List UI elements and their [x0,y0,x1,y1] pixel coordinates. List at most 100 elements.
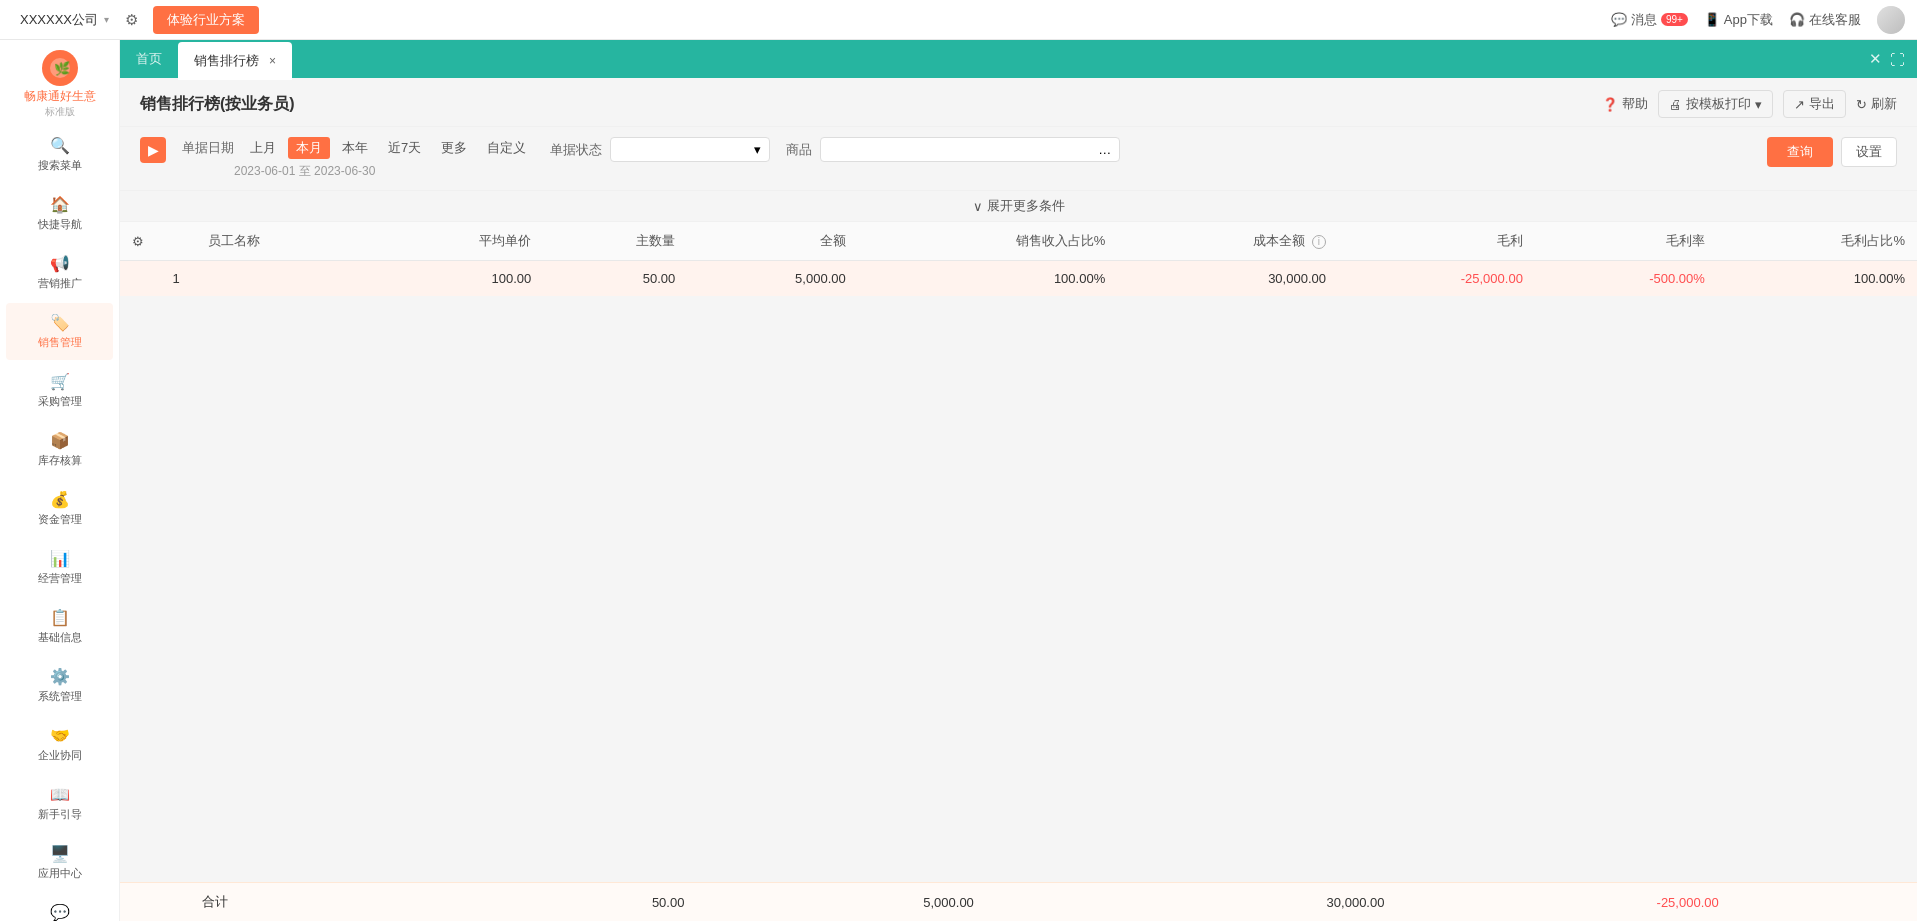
sidebar-item-appcenter[interactable]: 🖥️ 应用中心 [6,834,113,891]
export-button[interactable]: ↗ 导出 [1783,90,1846,118]
table-body: 1 100.00 50.00 5,000.00 100.00% 30,000.0… [120,261,1917,297]
sidebar-item-system-label: 系统管理 [38,689,82,704]
date-label: 单据日期 [182,139,234,157]
cell-qty: 50.00 [543,261,687,297]
chevron-down-icon: ▾ [104,14,109,25]
tab-bar: 首页 销售排行榜 × ✕ ⛶ [120,40,1917,78]
status-filter-group: 单据状态 ▾ [550,137,770,162]
settings-icon[interactable]: ⚙ [117,6,145,34]
help-icon: ❓ [1602,97,1618,112]
status-label: 单据状态 [550,141,602,159]
col-profit-pct[interactable]: 毛利占比% [1717,222,1917,261]
col-qty[interactable]: 主数量 [543,222,687,261]
avatar[interactable] [1877,6,1905,34]
svg-text:🌿: 🌿 [54,60,71,77]
search-icon: 🔍 [50,136,70,155]
date-tab-custom[interactable]: 自定义 [479,137,534,159]
export-label: 导出 [1809,95,1835,113]
footer-sales-pct-cell [986,883,1079,921]
sidebar-item-quicknav-label: 快捷导航 [38,217,82,232]
avatar-image [1877,6,1905,34]
operations-icon: 📊 [50,549,70,568]
sidebar-item-quicknav[interactable]: 🏠 快捷导航 [6,185,113,242]
col-avg-price[interactable]: 平均单价 [370,222,544,261]
col-profit[interactable]: 毛利 [1338,222,1535,261]
date-tabs: 上月 本月 本年 近7天 更多 自定义 [242,137,534,159]
sidebar-item-wechat[interactable]: 💬 企业微信 [6,893,113,921]
footer-avg-price-cell [384,883,477,921]
data-table: ⚙ 员工名称 平均单价 主数量 全额 销售收入占比% 成本全额 i 毛利 [120,222,1917,296]
sidebar-item-guide[interactable]: 📖 新手引导 [6,775,113,832]
top-bar: XXXXXX公司 ▾ ⚙ 体验行业方案 💬 消息 99+ 📱 App下载 🎧 在… [0,0,1917,40]
date-tab-last-month[interactable]: 上月 [242,137,284,159]
col-profit-rate[interactable]: 毛利率 [1535,222,1717,261]
sidebar-item-purchase[interactable]: 🛒 采购管理 [6,362,113,419]
cost-info-icon[interactable]: i [1312,235,1326,249]
expand-arrow[interactable]: ▶ [140,137,166,163]
cell-sales-pct: 100.00% [858,261,1117,297]
sidebar-item-marketing-label: 营销推广 [38,276,82,291]
sidebar-item-system[interactable]: ⚙️ 系统管理 [6,657,113,714]
footer-settings-cell [120,883,150,921]
tab-ranking[interactable]: 销售排行榜 × [178,42,292,80]
cell-profit-rate: -500.00% [1535,261,1717,297]
sidebar-item-search[interactable]: 🔍 搜索菜单 [6,126,113,183]
sidebar-item-operations[interactable]: 📊 经营管理 [6,539,113,596]
expand-more-button[interactable]: ∨ 展开更多条件 [973,197,1065,215]
date-tab-more[interactable]: 更多 [433,137,475,159]
table-wrap: ⚙ 员工名称 平均单价 主数量 全额 销售收入占比% 成本全额 i 毛利 [120,222,1917,882]
col-settings[interactable]: ⚙ [120,222,156,261]
col-amount[interactable]: 全额 [687,222,857,261]
online-service-button[interactable]: 🎧 在线客服 [1789,11,1861,29]
window-expand-icon[interactable]: ⛶ [1890,51,1905,68]
status-select[interactable]: ▾ [610,137,770,162]
expand-arrow-btn[interactable]: ▶ [140,137,166,163]
settings-button[interactable]: 设置 [1841,137,1897,167]
date-filter-group: 单据日期 上月 本月 本年 近7天 更多 自定义 2023-06-01 至 20… [182,137,534,180]
page-title: 销售排行榜(按业务员) [140,94,295,115]
footer-profit-pct-cell [1824,883,1917,921]
company-selector[interactable]: XXXXXX公司 ▾ [12,7,117,33]
help-button[interactable]: ❓ 帮助 [1602,95,1648,113]
tab-close-icon[interactable]: × [269,54,276,68]
sidebar-item-inventory[interactable]: 📦 库存核算 [6,421,113,478]
sidebar-item-inventory-label: 库存核算 [38,453,82,468]
date-tab-this-year[interactable]: 本年 [334,137,376,159]
filter-bar: ▶ 单据日期 上月 本月 本年 近7天 更多 自定义 2 [120,127,1917,191]
message-button[interactable]: 💬 消息 99+ [1611,11,1688,29]
refresh-button[interactable]: ↻ 刷新 [1856,95,1897,113]
col-name[interactable]: 员工名称 [196,222,370,261]
sidebar-item-marketing[interactable]: 📢 营销推广 [6,244,113,301]
print-button[interactable]: 🖨 按模板打印 ▾ [1658,90,1773,118]
tab-home[interactable]: 首页 [120,40,178,78]
date-tab-this-month[interactable]: 本月 [288,137,330,159]
trial-button[interactable]: 体验行业方案 [153,6,259,34]
sidebar-item-sales[interactable]: 🏷️ 销售管理 [6,303,113,360]
footer-profit-cell: -25,000.00 [1396,883,1730,921]
app-download-button[interactable]: 📱 App下载 [1704,11,1773,29]
col-sales-pct[interactable]: 销售收入占比% [858,222,1117,261]
goods-label: 商品 [786,141,812,159]
app-download-label: App下载 [1724,11,1773,29]
basicinfo-icon: 📋 [50,608,70,627]
page-header: 销售排行榜(按业务员) ❓ 帮助 🖨 按模板打印 ▾ ↗ 导出 [120,78,1917,127]
purchase-icon: 🛒 [50,372,70,391]
window-close-icon[interactable]: ✕ [1869,50,1882,68]
sidebar-item-finance-label: 资金管理 [38,512,82,527]
print-icon: 🖨 [1669,97,1682,112]
finance-icon: 💰 [50,490,70,509]
sidebar-item-basicinfo[interactable]: 📋 基础信息 [6,598,113,655]
message-label: 消息 [1631,11,1657,29]
goods-filter-group: 商品 … [786,137,1120,162]
sidebar-item-collab[interactable]: 🤝 企业协同 [6,716,113,773]
cell-name [196,261,370,297]
date-tab-7days[interactable]: 近7天 [380,137,429,159]
goods-input[interactable]: … [820,137,1120,162]
col-cost[interactable]: 成本全额 i [1117,222,1338,261]
col-seq [156,222,196,261]
table-row: 1 100.00 50.00 5,000.00 100.00% 30,000.0… [120,261,1917,297]
bottom-total: 合计 50.00 5,000.00 30,000.00 -25,000.00 [120,882,1917,921]
sidebar-item-finance[interactable]: 💰 资金管理 [6,480,113,537]
expand-row: ∨ 展开更多条件 [120,191,1917,222]
query-button[interactable]: 查询 [1767,137,1833,167]
